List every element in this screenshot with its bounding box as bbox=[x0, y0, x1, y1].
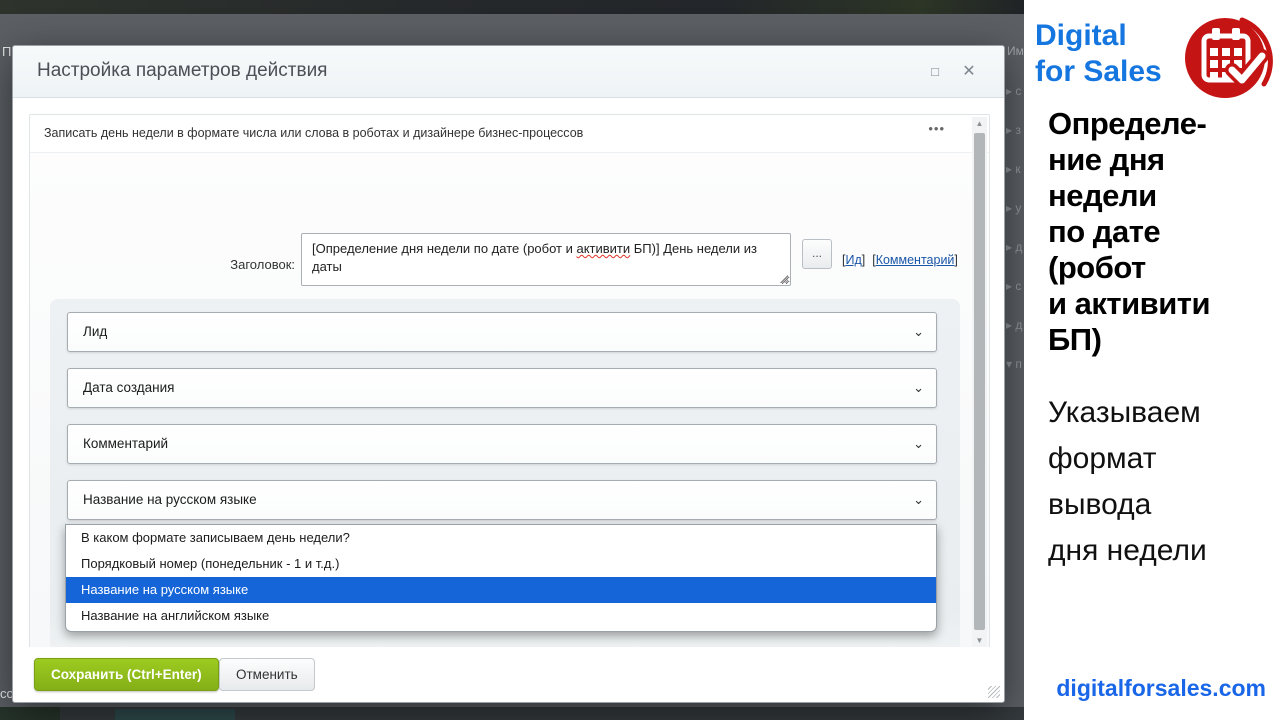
sidebar-subtext: Указываем формат вывода дня недели bbox=[1048, 390, 1207, 574]
title-value-part: [Определение дня недели по дате (робот и bbox=[312, 241, 576, 256]
subtext-line: Указываем bbox=[1048, 390, 1207, 436]
chevron-down-icon: ⌄ bbox=[913, 313, 924, 351]
heading-line: ние дня bbox=[1048, 142, 1210, 178]
subtext-line: дня недели bbox=[1048, 528, 1207, 574]
maximize-icon[interactable]: □ bbox=[922, 59, 948, 85]
bracket: ] bbox=[862, 253, 865, 267]
dropdown-option[interactable]: Порядковый номер (понедельник - 1 и т.д.… bbox=[66, 551, 936, 577]
website-url: digitalforsales.com bbox=[1056, 675, 1266, 702]
chevron-down-icon: ⌄ bbox=[913, 425, 924, 463]
select-value: Название на русском языке bbox=[83, 492, 257, 507]
subtext-line: вывода bbox=[1048, 482, 1207, 528]
heading-line: и активити bbox=[1048, 286, 1210, 322]
dialog-resize-grip[interactable] bbox=[988, 686, 1000, 698]
dialog-header: Настройка параметров действия □ ✕ bbox=[13, 46, 1004, 98]
bracket: ] bbox=[954, 253, 957, 267]
heading-line: по дате bbox=[1048, 214, 1210, 250]
action-description: Записать день недели в формате числа или… bbox=[44, 126, 583, 140]
cancel-button[interactable]: Отменить bbox=[219, 658, 315, 691]
dropdown-option-selected[interactable]: Название на русском языке bbox=[66, 577, 936, 603]
dropdown-option[interactable]: В каком формате записываем день недели? bbox=[66, 525, 936, 551]
close-icon[interactable]: ✕ bbox=[956, 59, 982, 85]
select-document-type[interactable]: Лид ⌄ bbox=[67, 312, 937, 352]
chevron-down-icon: ⌄ bbox=[913, 369, 924, 407]
background-item: ▸ с bbox=[1006, 84, 1024, 98]
background-bottom-green bbox=[0, 707, 60, 720]
heading-line: Определе- bbox=[1048, 106, 1210, 142]
background-item: ▸ д bbox=[1006, 240, 1024, 254]
chevron-down-icon: ⌄ bbox=[913, 481, 924, 519]
subtext-line: формат bbox=[1048, 436, 1207, 482]
dialog-footer: Сохранить (Ctrl+Enter) Отменить bbox=[13, 647, 1004, 702]
calendar-check-icon bbox=[1180, 12, 1276, 108]
title-textarea[interactable]: [Определение дня недели по дате (робот и… bbox=[301, 233, 791, 286]
brand-logo-line2: for Sales bbox=[1035, 54, 1162, 90]
id-link[interactable]: Ид bbox=[845, 253, 861, 267]
heading-line: недели bbox=[1048, 178, 1210, 214]
dialog-title: Настройка параметров действия bbox=[37, 60, 327, 82]
background-column-header: Им bbox=[1007, 44, 1024, 58]
browser-top-strip bbox=[0, 0, 1024, 14]
scroll-down-icon[interactable]: ▼ bbox=[972, 634, 987, 648]
select-target-field[interactable]: Комментарий ⌄ bbox=[67, 424, 937, 464]
textarea-resize-grip[interactable] bbox=[780, 275, 788, 283]
select-date-field[interactable]: Дата создания ⌄ bbox=[67, 368, 937, 408]
title-more-button[interactable]: ... bbox=[802, 239, 832, 269]
background-item: ▸ з bbox=[1006, 123, 1024, 137]
save-button[interactable]: Сохранить (Ctrl+Enter) bbox=[34, 658, 219, 691]
action-settings-dialog: Настройка параметров действия □ ✕ Записа… bbox=[12, 45, 1005, 703]
title-links: [Ид] [Комментарий] bbox=[842, 253, 958, 267]
background-item: ▸ с bbox=[1006, 279, 1024, 293]
scroll-up-icon[interactable]: ▲ bbox=[972, 117, 987, 131]
background-item: ▸ д bbox=[1006, 318, 1024, 332]
scrollbar-thumb[interactable] bbox=[974, 133, 985, 630]
background-item: ▸ у bbox=[1006, 201, 1024, 215]
dialog-content-panel: Записать день недели в формате числа или… bbox=[29, 114, 990, 649]
background-bottom-teal bbox=[115, 709, 235, 720]
branding-sidebar: Digital for Sales Определе- ние дня неде… bbox=[1024, 0, 1280, 720]
weekday-format-dropdown: В каком формате записываем день недели? … bbox=[65, 524, 937, 632]
title-field-label: Заголовок: bbox=[90, 257, 295, 272]
panel-scrollbar[interactable]: ▲ ▼ bbox=[972, 117, 987, 648]
action-description-row: Записать день недели в формате числа или… bbox=[30, 115, 989, 153]
select-value: Комментарий bbox=[83, 436, 168, 451]
ellipsis-menu-icon[interactable]: ••• bbox=[928, 121, 945, 136]
select-value: Дата создания bbox=[83, 380, 175, 395]
background-item: ▸ к bbox=[1006, 162, 1024, 176]
heading-line: БП) bbox=[1048, 322, 1210, 358]
title-value-misspelled: активити bbox=[576, 241, 630, 256]
background-column-sliver: Им ▸ с ▸ з ▸ к ▸ у ▸ д ▸ с ▸ д ▾ п bbox=[1006, 40, 1024, 700]
brand-logo-line1: Digital bbox=[1035, 18, 1162, 54]
background-item: ▾ п bbox=[1006, 357, 1024, 371]
brand-logo-text: Digital for Sales bbox=[1035, 18, 1162, 90]
dropdown-option[interactable]: Название на английском языке bbox=[66, 603, 936, 629]
select-value: Лид bbox=[83, 324, 107, 339]
comment-link[interactable]: Комментарий bbox=[876, 253, 955, 267]
sidebar-heading: Определе- ние дня недели по дате (робот … bbox=[1048, 106, 1210, 358]
heading-line: (робот bbox=[1048, 250, 1210, 286]
background-text-fragment-top: П bbox=[2, 44, 11, 59]
select-weekday-format[interactable]: Название на русском языке ⌄ bbox=[67, 480, 937, 520]
